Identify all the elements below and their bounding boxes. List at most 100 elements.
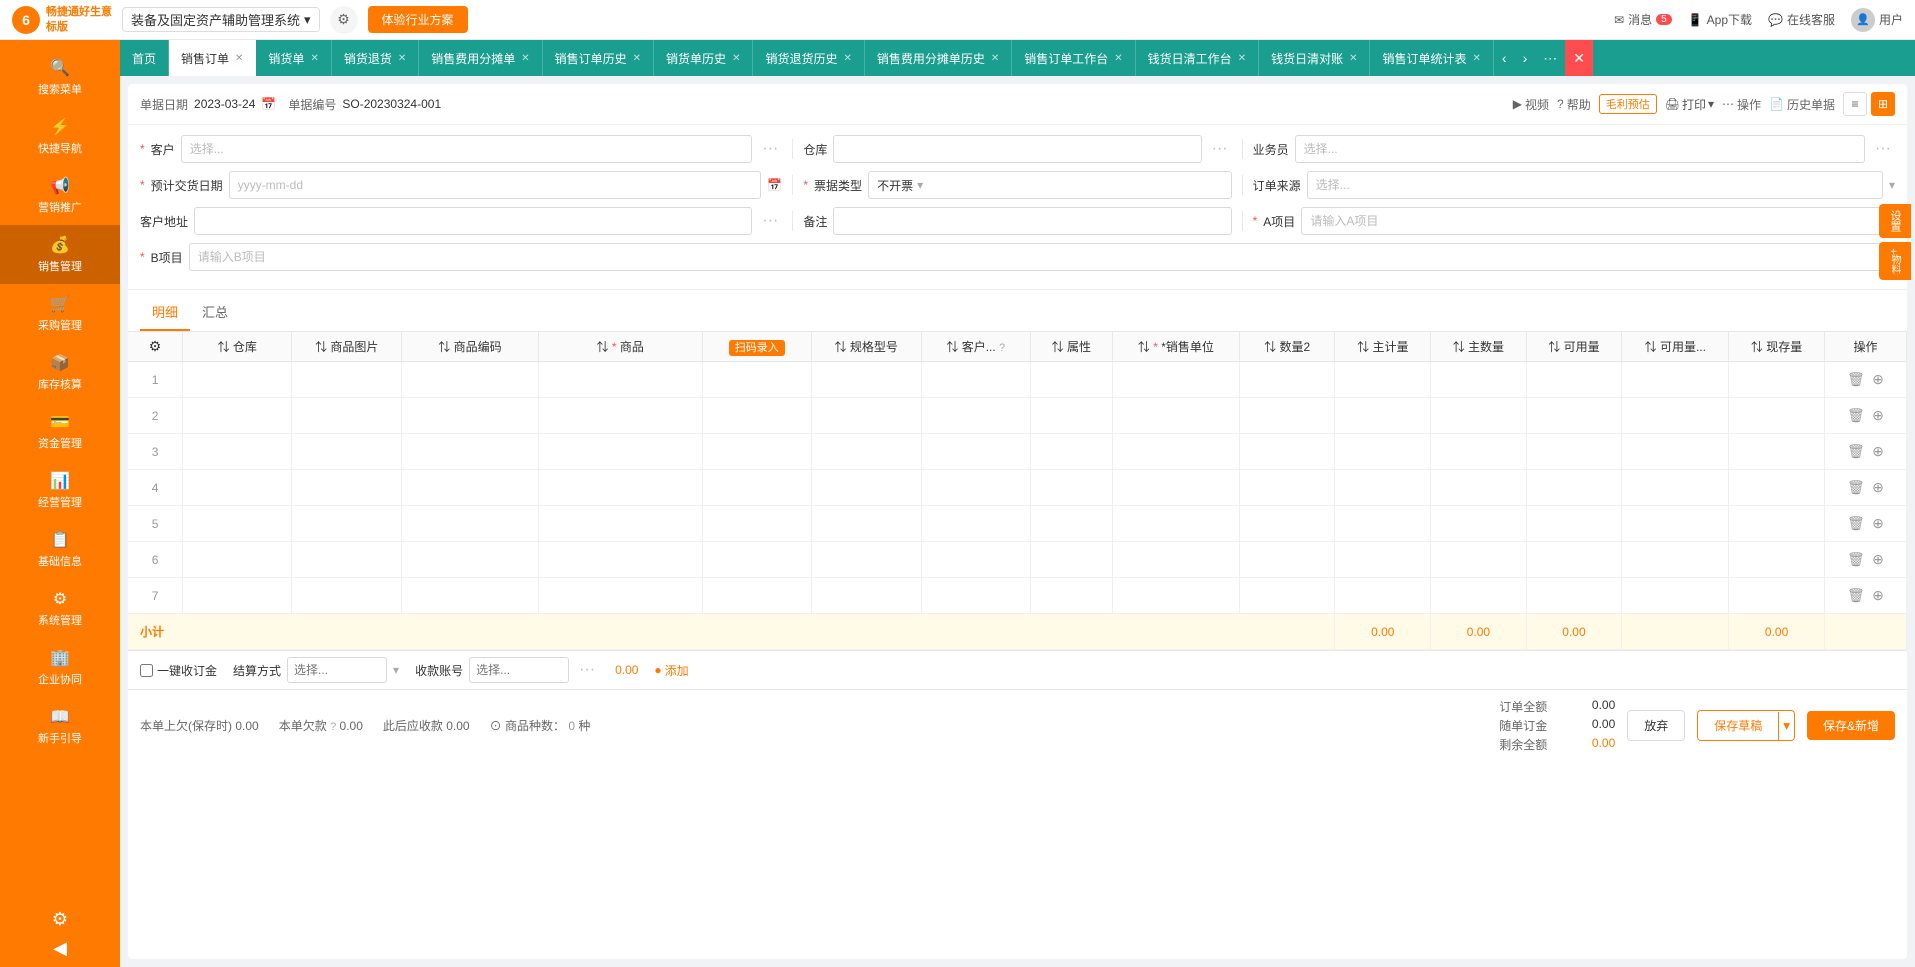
row-spec[interactable] — [811, 434, 921, 470]
tab-close-icon[interactable]: ✕ — [732, 53, 740, 64]
tab-more-btn[interactable]: ⋯ — [1535, 40, 1565, 76]
sidebar-item-finance[interactable]: 💳 资金管理 — [0, 402, 120, 461]
row-spec[interactable] — [811, 506, 921, 542]
sidebar-item-system[interactable]: ⚙ 系统管理 — [0, 579, 120, 638]
quick-order-check[interactable] — [140, 664, 153, 677]
row-main-qty[interactable] — [1431, 434, 1527, 470]
row-warehouse[interactable] — [183, 362, 292, 398]
row-main-qty[interactable] — [1431, 470, 1527, 506]
delivery-calendar-icon[interactable]: 📅 — [767, 178, 782, 192]
system-name[interactable]: 装备及固定资产辅助管理系统 ▾ — [122, 7, 320, 32]
row-code[interactable] — [402, 578, 539, 614]
row-copy-btn[interactable]: ⊕ — [1870, 513, 1886, 534]
address-expand-btn[interactable]: ··· — [758, 212, 782, 230]
sidebar-item-purchase[interactable]: 🛒 采购管理 — [0, 284, 120, 343]
history-btn[interactable]: 📄 历史单据 — [1769, 96, 1835, 113]
row-img[interactable] — [292, 506, 402, 542]
sidebar-collapse-btn[interactable]: ◀ — [53, 938, 67, 959]
row-code[interactable] — [402, 542, 539, 578]
save-draft-button[interactable]: 保存草稿 — [1698, 711, 1778, 740]
row-qty2[interactable] — [1239, 542, 1335, 578]
row-spec[interactable] — [811, 470, 921, 506]
tab-detail[interactable]: 明细 — [140, 294, 190, 331]
salesperson-expand-btn[interactable]: ··· — [1871, 140, 1895, 158]
row-img[interactable] — [292, 398, 402, 434]
tab-order-history[interactable]: 销售订单历史 ✕ — [543, 40, 654, 76]
add-btn[interactable]: ● 添加 — [654, 662, 688, 679]
sidebar-item-quick-nav[interactable]: ⚡ 快捷导航 — [0, 107, 120, 166]
row-attr[interactable] — [1030, 470, 1112, 506]
list-view-btn[interactable]: ≡ — [1843, 92, 1867, 116]
row-copy-btn[interactable]: ⊕ — [1870, 405, 1886, 426]
info-icon[interactable]: ? — [999, 342, 1005, 354]
customer-expand-btn[interactable]: ··· — [758, 140, 782, 158]
tab-workbench[interactable]: 销售订单工作台 ✕ — [1012, 40, 1135, 76]
sidebar-item-search[interactable]: 🔍 搜索菜单 — [0, 48, 120, 107]
row-product[interactable] — [538, 542, 702, 578]
profit-btn[interactable]: 毛利预估 — [1599, 94, 1657, 114]
row-qty2[interactable] — [1239, 578, 1335, 614]
row-warehouse[interactable] — [183, 398, 292, 434]
row-main-unit[interactable] — [1335, 434, 1431, 470]
tab-close-icon[interactable]: ✕ — [1114, 53, 1122, 64]
delivery-date-input[interactable] — [229, 171, 762, 199]
row-attr[interactable] — [1030, 578, 1112, 614]
row-delete-btn[interactable]: 🗑 — [1845, 405, 1867, 426]
row-attr[interactable] — [1030, 362, 1112, 398]
app-download-btn[interactable]: 📱 App下载 — [1688, 11, 1752, 28]
row-main-qty[interactable] — [1431, 362, 1527, 398]
row-qty2[interactable] — [1239, 434, 1335, 470]
message-btn[interactable]: ✉ 消息 5 — [1614, 11, 1672, 28]
tab-return-history[interactable]: 销货退货历史 ✕ — [753, 40, 864, 76]
user-avatar[interactable]: 👤 用户 — [1851, 8, 1903, 32]
row-customer-code[interactable] — [921, 470, 1030, 506]
print-btn[interactable]: 🖨 打印 ▾ — [1665, 96, 1714, 113]
row-spec[interactable] — [811, 362, 921, 398]
row-main-unit[interactable] — [1335, 362, 1431, 398]
row-customer-code[interactable] — [921, 506, 1030, 542]
warehouse-expand-btn[interactable]: ··· — [1208, 140, 1232, 158]
row-unit[interactable] — [1112, 362, 1239, 398]
tab-sales-history[interactable]: 销货单历史 ✕ — [654, 40, 753, 76]
row-main-qty[interactable] — [1431, 578, 1527, 614]
tab-home[interactable]: 首页 — [120, 40, 169, 76]
customer-input[interactable] — [181, 135, 753, 163]
tab-close-icon[interactable]: ✕ — [235, 53, 243, 64]
row-img[interactable] — [292, 470, 402, 506]
row-warehouse[interactable] — [183, 506, 292, 542]
row-product[interactable] — [538, 434, 702, 470]
row-product[interactable] — [538, 470, 702, 506]
row-attr[interactable] — [1030, 434, 1112, 470]
sidebar-item-enterprise[interactable]: 🏢 企业协同 — [0, 638, 120, 697]
row-product[interactable] — [538, 578, 702, 614]
sidebar-item-inventory[interactable]: 📦 库存核算 — [0, 343, 120, 402]
tab-summary[interactable]: 汇总 — [190, 294, 240, 331]
row-delete-btn[interactable]: 🗑 — [1845, 549, 1867, 570]
tab-close-icon[interactable]: ✕ — [521, 53, 529, 64]
row-code[interactable] — [402, 506, 539, 542]
settings-gear-button[interactable]: ⚙ — [330, 6, 358, 34]
payment-method-input[interactable] — [287, 657, 387, 683]
sidebar-item-base-info[interactable]: 📋 基础信息 — [0, 520, 120, 579]
row-img[interactable] — [292, 362, 402, 398]
row-img[interactable] — [292, 434, 402, 470]
tab-close-icon[interactable]: ✕ — [1473, 53, 1481, 64]
salesperson-input[interactable] — [1295, 135, 1865, 163]
invoice-type-select[interactable]: 不开票 ▾ — [868, 171, 1232, 199]
row-warehouse[interactable] — [183, 542, 292, 578]
row-customer-code[interactable] — [921, 434, 1030, 470]
tab-prev-btn[interactable]: ‹ — [1494, 40, 1515, 76]
tab-stats[interactable]: 销售订单统计表 ✕ — [1370, 40, 1493, 76]
tab-close-all-btn[interactable]: ✕ — [1565, 40, 1593, 76]
b-project-input[interactable] — [189, 243, 1895, 271]
account-input[interactable] — [469, 657, 569, 683]
industry-btn[interactable]: 体验行业方案 — [368, 6, 468, 33]
view-btn[interactable]: ▶ 视频 — [1513, 96, 1549, 113]
row-product[interactable] — [538, 506, 702, 542]
warehouse-input[interactable]: 成品库 — [833, 135, 1201, 163]
tab-close-icon[interactable]: ✕ — [310, 53, 318, 64]
row-main-qty[interactable] — [1431, 398, 1527, 434]
row-product[interactable] — [538, 398, 702, 434]
row-unit[interactable] — [1112, 506, 1239, 542]
sidebar-item-marketing[interactable]: 📢 营销推广 — [0, 166, 120, 225]
